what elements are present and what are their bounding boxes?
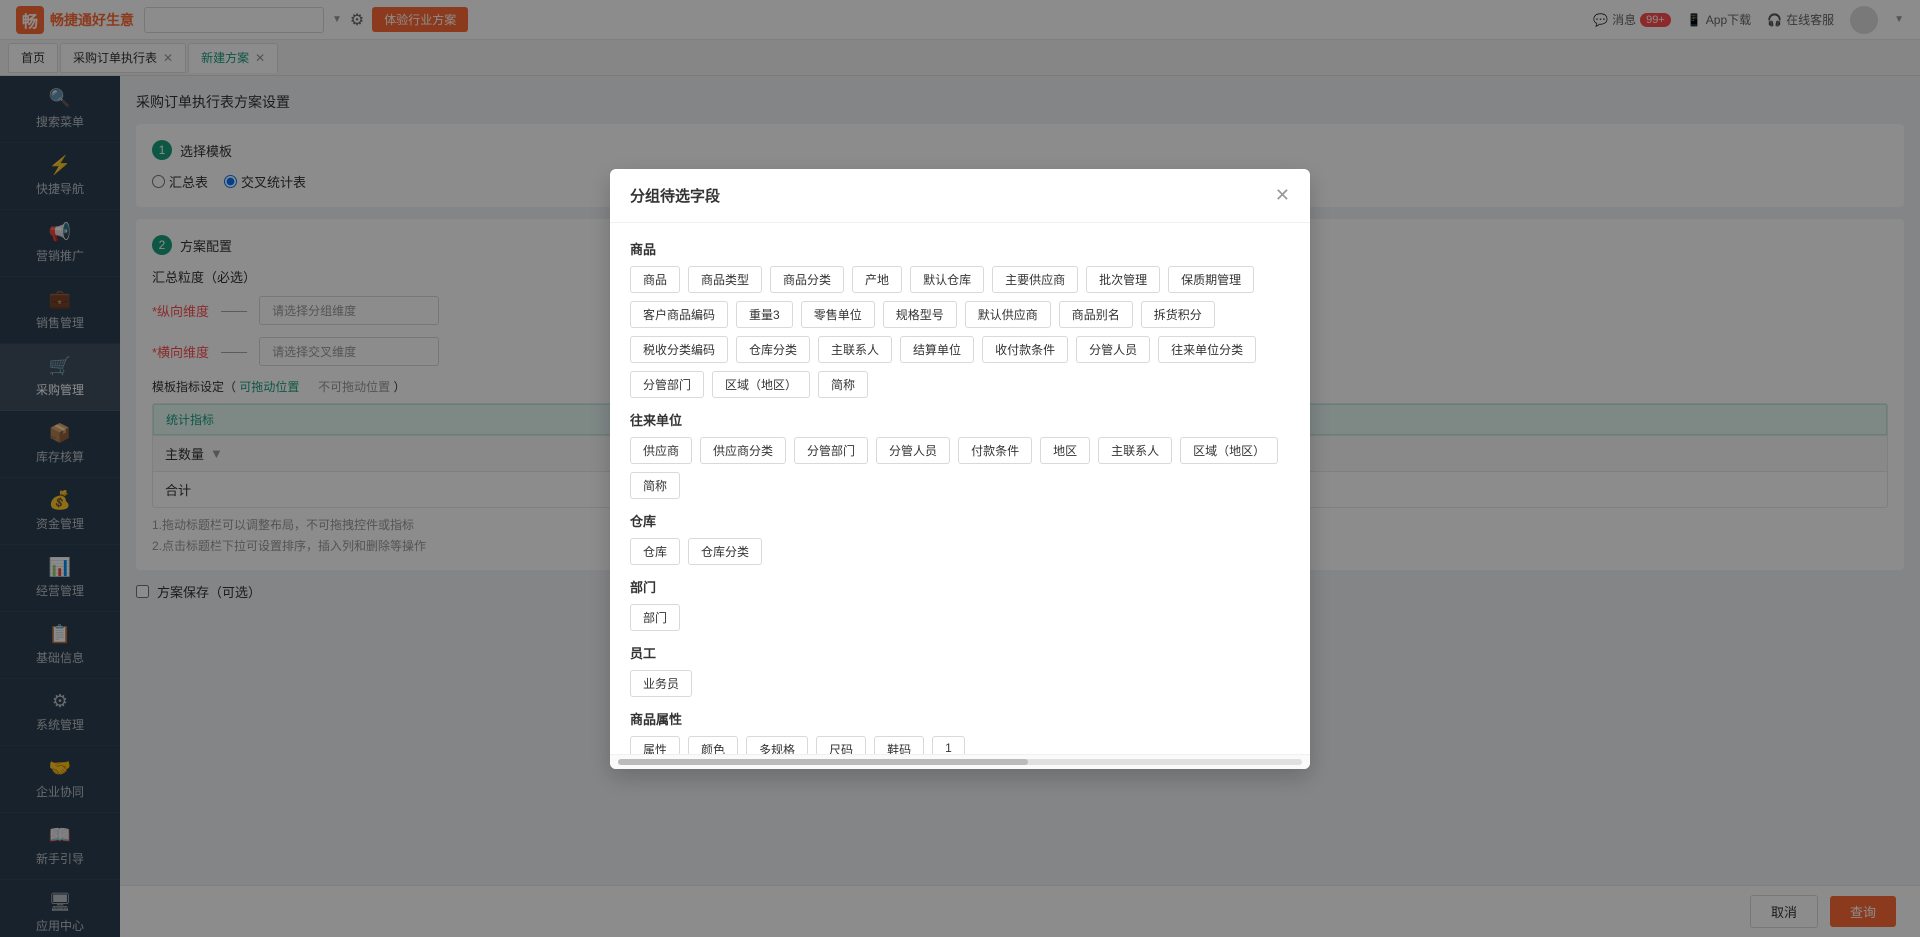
field-grid-warehouse: 仓库 仓库分类 — [630, 538, 1290, 565]
field-tag[interactable]: 1 — [932, 736, 965, 755]
modal-close-button[interactable]: ✕ — [1275, 185, 1290, 206]
field-tag[interactable]: 区域（地区） — [1180, 437, 1278, 464]
field-tag[interactable]: 往来单位分类 — [1158, 336, 1256, 363]
field-tag[interactable]: 分管人员 — [1076, 336, 1150, 363]
modal-title: 分组待选字段 — [630, 185, 720, 206]
section-title-attributes: 商品属性 — [630, 709, 1290, 728]
field-tag[interactable]: 属性 — [630, 736, 680, 755]
field-tag[interactable]: 地区 — [1040, 437, 1090, 464]
field-grid-staff: 业务员 — [630, 670, 1290, 697]
section-title-goods: 商品 — [630, 239, 1290, 258]
field-tag[interactable]: 区域（地区） — [712, 371, 810, 398]
field-tag[interactable]: 商品别名 — [1059, 301, 1133, 328]
field-tag[interactable]: 业务员 — [630, 670, 692, 697]
field-tag[interactable]: 零售单位 — [801, 301, 875, 328]
field-tag[interactable]: 鞋码 — [874, 736, 924, 755]
field-tag[interactable]: 主联系人 — [818, 336, 892, 363]
field-tag[interactable]: 客户商品编码 — [630, 301, 728, 328]
field-tag[interactable]: 默认供应商 — [965, 301, 1051, 328]
field-tag[interactable]: 保质期管理 — [1168, 266, 1254, 293]
field-tag[interactable]: 结算单位 — [900, 336, 974, 363]
field-tag[interactable]: 仓库分类 — [736, 336, 810, 363]
modal-body: 商品 商品 商品类型 商品分类 产地 默认仓库 主要供应商 批次管理 保质期管理… — [610, 223, 1310, 755]
field-tag[interactable]: 多规格 — [746, 736, 808, 755]
field-tag[interactable]: 部门 — [630, 604, 680, 631]
field-tag[interactable]: 分管部门 — [794, 437, 868, 464]
modal-scrollbar-area — [610, 754, 1310, 768]
field-tag[interactable]: 简称 — [818, 371, 868, 398]
field-tag[interactable]: 规格型号 — [883, 301, 957, 328]
field-tag[interactable]: 分管部门 — [630, 371, 704, 398]
section-title-partner: 往来单位 — [630, 410, 1290, 429]
section-title-department: 部门 — [630, 577, 1290, 596]
field-grid-attributes: 属性 颜色 多规格 尺码 鞋码 1 — [630, 736, 1290, 755]
field-tag[interactable]: 商品分类 — [770, 266, 844, 293]
section-title-staff: 员工 — [630, 643, 1290, 662]
horizontal-scrollbar-thumb[interactable] — [618, 759, 1028, 765]
modal-header: 分组待选字段 ✕ — [610, 169, 1310, 223]
field-tag[interactable]: 税收分类编码 — [630, 336, 728, 363]
field-tag[interactable]: 仓库 — [630, 538, 680, 565]
field-grid-goods: 商品 商品类型 商品分类 产地 默认仓库 主要供应商 批次管理 保质期管理 客户… — [630, 266, 1290, 398]
field-tag[interactable]: 收付款条件 — [982, 336, 1068, 363]
modal-dialog: 分组待选字段 ✕ 商品 商品 商品类型 商品分类 产地 默认仓库 主要供应商 批… — [610, 169, 1310, 769]
field-tag[interactable]: 供应商分类 — [700, 437, 786, 464]
field-tag[interactable]: 商品 — [630, 266, 680, 293]
section-title-warehouse: 仓库 — [630, 511, 1290, 530]
modal-overlay[interactable]: 分组待选字段 ✕ 商品 商品 商品类型 商品分类 产地 默认仓库 主要供应商 批… — [0, 0, 1920, 937]
field-tag[interactable]: 商品类型 — [688, 266, 762, 293]
field-grid-partner: 供应商 供应商分类 分管部门 分管人员 付款条件 地区 主联系人 区域（地区） … — [630, 437, 1290, 499]
field-grid-department: 部门 — [630, 604, 1290, 631]
field-tag[interactable]: 重量3 — [736, 301, 793, 328]
field-tag[interactable]: 主联系人 — [1098, 437, 1172, 464]
field-tag[interactable]: 颜色 — [688, 736, 738, 755]
field-tag[interactable]: 尺码 — [816, 736, 866, 755]
field-tag[interactable]: 主要供应商 — [992, 266, 1078, 293]
field-tag[interactable]: 默认仓库 — [910, 266, 984, 293]
field-tag[interactable]: 批次管理 — [1086, 266, 1160, 293]
field-tag[interactable]: 产地 — [852, 266, 902, 293]
field-tag[interactable]: 供应商 — [630, 437, 692, 464]
field-tag[interactable]: 拆货积分 — [1141, 301, 1215, 328]
field-tag[interactable]: 仓库分类 — [688, 538, 762, 565]
field-tag[interactable]: 付款条件 — [958, 437, 1032, 464]
horizontal-scrollbar-track[interactable] — [618, 759, 1302, 765]
field-tag[interactable]: 简称 — [630, 472, 680, 499]
field-tag[interactable]: 分管人员 — [876, 437, 950, 464]
